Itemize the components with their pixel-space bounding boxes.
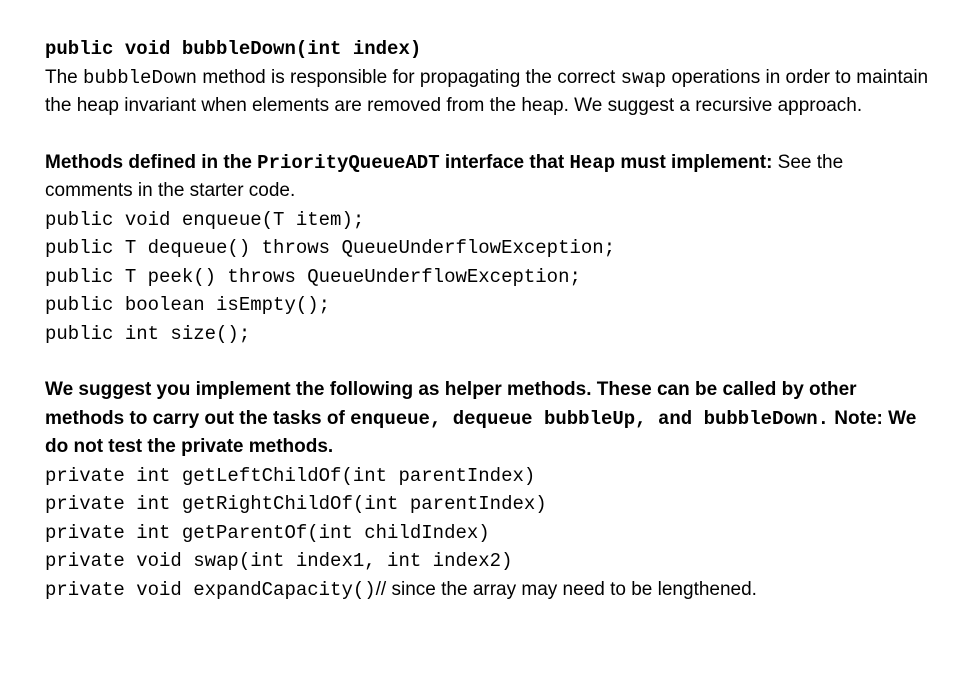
text-bold: Methods defined in the bbox=[45, 152, 257, 173]
section-heading: We suggest you implement the following a… bbox=[45, 376, 931, 462]
method-signature-with-comment: private void expandCapacity()// since th… bbox=[45, 576, 931, 605]
method-signature: private int getLeftChildOf(int parentInd… bbox=[45, 462, 931, 491]
method-signature: public int size(); bbox=[45, 320, 931, 349]
method-signature: public void enqueue(T item); bbox=[45, 206, 931, 235]
method-signature: private void expandCapacity() bbox=[45, 579, 376, 601]
code-inline: bubbleDown bbox=[83, 67, 197, 89]
section-helper-methods: We suggest you implement the following a… bbox=[45, 376, 931, 604]
text-bold: must implement: bbox=[615, 152, 772, 173]
method-signature: public void bubbleDown(int index) bbox=[45, 35, 931, 64]
text: The bbox=[45, 67, 83, 88]
code-inline-bold: Heap bbox=[569, 152, 615, 174]
method-signature: public T peek() throws QueueUnderflowExc… bbox=[45, 263, 931, 292]
method-signature: public T dequeue() throws QueueUnderflow… bbox=[45, 234, 931, 263]
method-signature: private void swap(int index1, int index2… bbox=[45, 547, 931, 576]
section-interface-methods: Methods defined in the PriorityQueueADT … bbox=[45, 149, 931, 349]
method-signature: public boolean isEmpty(); bbox=[45, 291, 931, 320]
text-bold: interface that bbox=[440, 152, 570, 173]
code-inline-bold: enqueue, dequeue bubbleUp, and bubbleDow… bbox=[350, 408, 829, 430]
section-bubbledown: public void bubbleDown(int index) The bu… bbox=[45, 35, 931, 121]
code-comment: // since the array may need to be length… bbox=[376, 579, 757, 600]
text: method is responsible for propagating th… bbox=[197, 67, 621, 88]
section-heading: Methods defined in the PriorityQueueADT … bbox=[45, 149, 931, 206]
code-inline-bold: PriorityQueueADT bbox=[257, 152, 439, 174]
method-description: The bubbleDown method is responsible for… bbox=[45, 64, 931, 121]
method-signature: private int getRightChildOf(int parentIn… bbox=[45, 490, 931, 519]
method-signature: private int getParentOf(int childIndex) bbox=[45, 519, 931, 548]
code-inline: swap bbox=[621, 67, 667, 89]
